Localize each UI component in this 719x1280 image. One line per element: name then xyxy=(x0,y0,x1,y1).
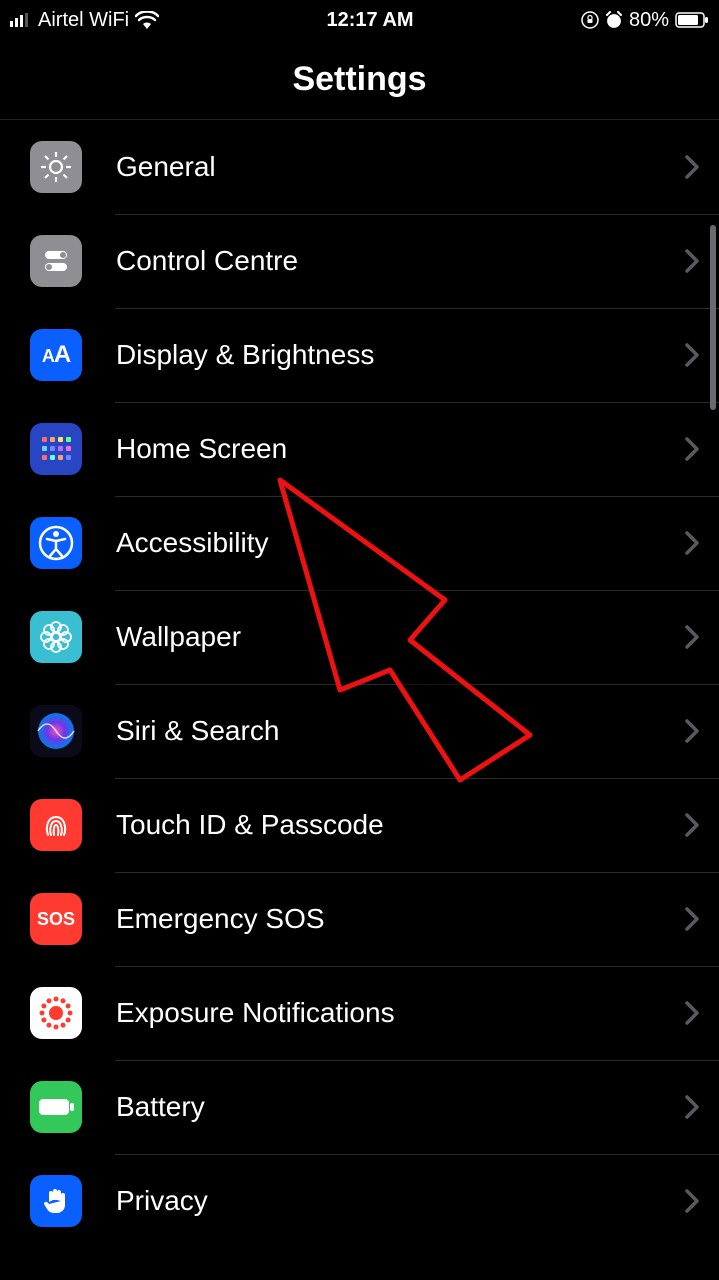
wifi-icon xyxy=(135,11,159,29)
chevron-right-icon xyxy=(685,719,699,743)
page-title: Settings xyxy=(292,60,426,99)
settings-row-accessibility[interactable]: Accessibility xyxy=(0,496,719,590)
chevron-right-icon xyxy=(685,907,699,931)
page-header: Settings xyxy=(0,40,719,120)
aa-icon: AA xyxy=(30,329,82,381)
hand-icon xyxy=(30,1175,82,1227)
status-bar: Airtel WiFi 12:17 AM 80% xyxy=(0,0,719,40)
settings-row-touch-id-passcode[interactable]: Touch ID & Passcode xyxy=(0,778,719,872)
row-label: Siri & Search xyxy=(116,715,685,747)
grid-icon xyxy=(30,423,82,475)
sos-icon: SOS xyxy=(30,893,82,945)
settings-row-general[interactable]: General xyxy=(0,120,719,214)
row-label: Touch ID & Passcode xyxy=(116,809,685,841)
row-label: General xyxy=(116,151,685,183)
carrier-label: Airtel WiFi xyxy=(38,9,129,32)
flower-icon xyxy=(30,611,82,663)
row-label: Wallpaper xyxy=(116,621,685,653)
siri-icon xyxy=(30,705,82,757)
settings-row-exposure-notifications[interactable]: Exposure Notifications xyxy=(0,966,719,1060)
gear-icon xyxy=(30,141,82,193)
row-label: Emergency SOS xyxy=(116,903,685,935)
status-time: 12:17 AM xyxy=(327,9,414,32)
settings-row-home-screen[interactable]: Home Screen xyxy=(0,402,719,496)
signal-icon xyxy=(10,13,32,27)
chevron-right-icon xyxy=(685,1189,699,1213)
alarm-icon xyxy=(605,11,623,29)
chevron-right-icon xyxy=(685,437,699,461)
settings-row-wallpaper[interactable]: Wallpaper xyxy=(0,590,719,684)
row-label: Accessibility xyxy=(116,527,685,559)
fingerprint-icon xyxy=(30,799,82,851)
chevron-right-icon xyxy=(685,1001,699,1025)
settings-row-display-brightness[interactable]: AA Display & Brightness xyxy=(0,308,719,402)
row-label: Control Centre xyxy=(116,245,685,277)
row-label: Home Screen xyxy=(116,433,685,465)
exposure-icon xyxy=(30,987,82,1039)
settings-row-emergency-sos[interactable]: SOS Emergency SOS xyxy=(0,872,719,966)
status-left: Airtel WiFi xyxy=(10,9,159,32)
row-label: Privacy xyxy=(116,1185,685,1217)
settings-row-siri-search[interactable]: Siri & Search xyxy=(0,684,719,778)
row-label: Battery xyxy=(116,1091,685,1123)
settings-row-privacy[interactable]: Privacy xyxy=(0,1154,719,1248)
battery-percent: 80% xyxy=(629,9,669,32)
chevron-right-icon xyxy=(685,625,699,649)
chevron-right-icon xyxy=(685,1095,699,1119)
settings-list: General Control Centre AA Display & Brightn… xyxy=(0,120,719,1248)
settings-row-battery[interactable]: Battery xyxy=(0,1060,719,1154)
accessibility-icon xyxy=(30,517,82,569)
switches-icon xyxy=(30,235,82,287)
scrollbar-thumb[interactable] xyxy=(710,225,716,410)
chevron-right-icon xyxy=(685,343,699,367)
status-right: 80% xyxy=(581,9,709,32)
chevron-right-icon xyxy=(685,531,699,555)
settings-row-control-centre[interactable]: Control Centre xyxy=(0,214,719,308)
chevron-right-icon xyxy=(685,155,699,179)
battery-icon xyxy=(30,1081,82,1133)
row-label: Display & Brightness xyxy=(116,339,685,371)
chevron-right-icon xyxy=(685,813,699,837)
battery-icon xyxy=(675,12,709,28)
chevron-right-icon xyxy=(685,249,699,273)
row-label: Exposure Notifications xyxy=(116,997,685,1029)
rotation-lock-icon xyxy=(581,11,599,29)
